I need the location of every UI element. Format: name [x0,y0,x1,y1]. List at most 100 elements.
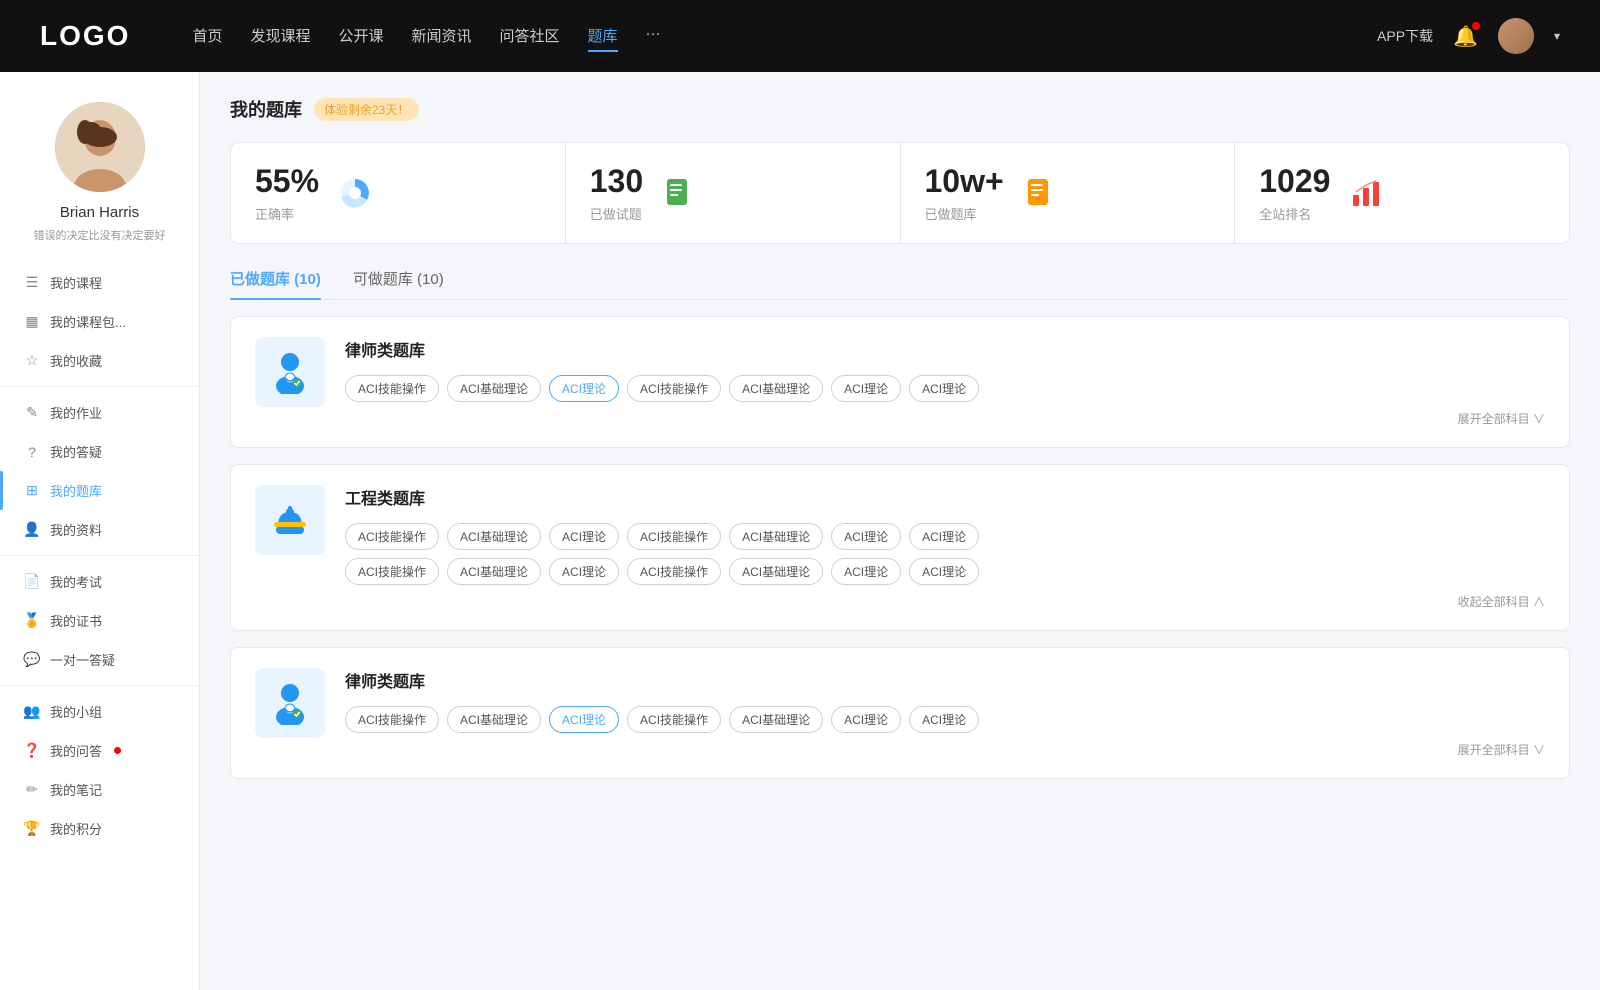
sidebar-item-qa[interactable]: ? 我的答疑 [0,432,199,471]
stat-rank-values: 1029 全站排名 [1259,163,1330,223]
sidebar-item-exam[interactable]: 📄 我的考试 [0,562,199,601]
sidebar: Brian Harris 错误的决定比没有决定要好 ☰ 我的课程 ▦ 我的课程包… [0,72,200,990]
person-icon: 🏆 [24,821,40,837]
nav-open-course[interactable]: 公开课 [338,21,383,52]
tag-3-4[interactable]: ACI基础理论 [729,706,823,733]
sidebar-item-homework[interactable]: ✎ 我的作业 [0,393,199,432]
sidebar-item-certificate[interactable]: 🏅 我的证书 [0,601,199,640]
tag-2-4[interactable]: ACI基础理论 [729,523,823,550]
tag-1-1[interactable]: ACI基础理论 [447,375,541,402]
group-icon: 👥 [24,704,40,720]
stats-row: 55% 正确率 130 已做试题 [230,142,1570,244]
nav-links: 首页 发现课程 公开课 新闻资讯 问答社区 题库 ··· [192,21,1345,52]
grid-icon: ⊞ [24,483,40,499]
tag-3-5[interactable]: ACI理论 [831,706,901,733]
sidebar-item-mydata[interactable]: 👤 我的资料 [0,510,199,549]
bank-icon-lawyer-1 [255,337,325,407]
stat-banks-values: 10w+ 已做题库 [925,163,1004,223]
bank-icon-lawyer-2 [255,668,325,738]
chevron-down-icon[interactable]: ▾ [1554,29,1560,43]
tag-2-6[interactable]: ACI理论 [909,523,979,550]
sidebar-item-myqa[interactable]: ❓ 我的问答 [0,731,199,770]
tag-3-1[interactable]: ACI基础理论 [447,706,541,733]
stat-rank-value: 1029 [1259,163,1330,200]
bank-card-2: 工程类题库 ACI技能操作 ACI基础理论 ACI理论 ACI技能操作 ACI基… [230,464,1570,631]
tab-done[interactable]: 已做题库 (10) [230,268,321,299]
trial-badge: 体验剩余23天！ [314,98,419,121]
tag-1-6[interactable]: ACI理论 [909,375,979,402]
stat-done-questions: 130 已做试题 [566,143,900,243]
collapse-link-2[interactable]: 收起全部科目 ∧ [345,593,1545,610]
tag-2-0[interactable]: ACI技能操作 [345,523,439,550]
nav-qbank[interactable]: 题库 [588,21,618,52]
tag-2-2[interactable]: ACI理论 [549,523,619,550]
sidebar-item-oneone[interactable]: 💬 一对一答疑 [0,640,199,679]
tag-1-2[interactable]: ACI理论 [549,375,619,402]
tab-todo[interactable]: 可做题库 (10) [353,268,444,299]
tags-row-2b: ACI技能操作 ACI基础理论 ACI理论 ACI技能操作 ACI基础理论 AC… [345,558,1545,585]
nav-news[interactable]: 新闻资讯 [412,21,472,52]
bank-card-1: 律师类题库 ACI技能操作 ACI基础理论 ACI理论 ACI技能操作 ACI基… [230,316,1570,448]
stat-rank: 1029 全站排名 [1235,143,1569,243]
tag-2-11[interactable]: ACI基础理论 [729,558,823,585]
sidebar-item-points[interactable]: 🏆 我的积分 [0,809,199,848]
tag-1-0[interactable]: ACI技能操作 [345,375,439,402]
nav-qa[interactable]: 问答社区 [500,21,560,52]
nav-home[interactable]: 首页 [192,21,222,52]
tag-3-3[interactable]: ACI技能操作 [627,706,721,733]
nav-discover[interactable]: 发现课程 [250,21,310,52]
tag-1-5[interactable]: ACI理论 [831,375,901,402]
file-icon: ☰ [24,275,40,291]
tag-2-10[interactable]: ACI技能操作 [627,558,721,585]
stat-banks-value: 10w+ [925,163,1004,200]
tag-3-2[interactable]: ACI理论 [549,706,619,733]
bank-title-3: 律师类题库 [345,668,1545,692]
tabs-row: 已做题库 (10) 可做题库 (10) [230,268,1570,300]
tag-2-9[interactable]: ACI理论 [549,558,619,585]
bank-content-2: 工程类题库 ACI技能操作 ACI基础理论 ACI理论 ACI技能操作 ACI基… [345,485,1545,610]
tag-3-6[interactable]: ACI理论 [909,706,979,733]
sidebar-item-mycourse[interactable]: ☰ 我的课程 [0,263,199,302]
tag-2-3[interactable]: ACI技能操作 [627,523,721,550]
lawyer-icon-svg [268,350,312,394]
engineer-icon-svg [268,498,312,542]
tag-1-4[interactable]: ACI基础理论 [729,375,823,402]
logo: LOGO [40,20,130,52]
app-download-button[interactable]: APP下载 [1377,26,1433,46]
expand-link-3[interactable]: 展开全部科目 ∨ [345,741,1545,758]
bank-title-2: 工程类题库 [345,485,1545,509]
tag-2-13[interactable]: ACI理论 [909,558,979,585]
tag-3-0[interactable]: ACI技能操作 [345,706,439,733]
pencil-icon: ✏ [24,782,40,798]
divider-1 [0,386,199,387]
tag-2-5[interactable]: ACI理论 [831,523,901,550]
certificate-icon: 🏅 [24,613,40,629]
sidebar-item-group[interactable]: 👥 我的小组 [0,692,199,731]
user-avatar-svg [55,102,145,192]
nav-more[interactable]: ··· [646,21,661,52]
tag-2-1[interactable]: ACI基础理论 [447,523,541,550]
sidebar-item-favorites[interactable]: ☆ 我的收藏 [0,341,199,380]
page-title-row: 我的题库 体验剩余23天！ [230,96,1570,122]
notification-badge [1472,22,1480,30]
stat-rank-label: 全站排名 [1259,204,1330,223]
stat-done-label: 已做试题 [590,204,643,223]
main-content: 我的题库 体验剩余23天！ 55% 正确率 [200,72,1600,990]
tag-2-12[interactable]: ACI理论 [831,558,901,585]
tags-row-1: ACI技能操作 ACI基础理论 ACI理论 ACI技能操作 ACI基础理论 AC… [345,375,1545,402]
tag-2-8[interactable]: ACI基础理论 [447,558,541,585]
notification-bell[interactable]: 🔔 [1453,24,1478,49]
user-motto: 错误的决定比没有决定要好 [24,227,176,243]
sidebar-item-coursepack[interactable]: ▦ 我的课程包... [0,302,199,341]
sidebar-item-notes[interactable]: ✏ 我的笔记 [0,770,199,809]
pie-chart-icon [335,173,375,213]
user-avatar [55,102,145,192]
bar-chart-icon: ▦ [24,314,40,330]
expand-link-1[interactable]: 展开全部科目 ∨ [345,410,1545,427]
sidebar-item-qbank[interactable]: ⊞ 我的题库 [0,471,199,510]
question2-icon: ❓ [24,743,40,759]
avatar[interactable] [1498,18,1534,54]
tag-1-3[interactable]: ACI技能操作 [627,375,721,402]
star-icon: ☆ [24,353,40,369]
tag-2-7[interactable]: ACI技能操作 [345,558,439,585]
